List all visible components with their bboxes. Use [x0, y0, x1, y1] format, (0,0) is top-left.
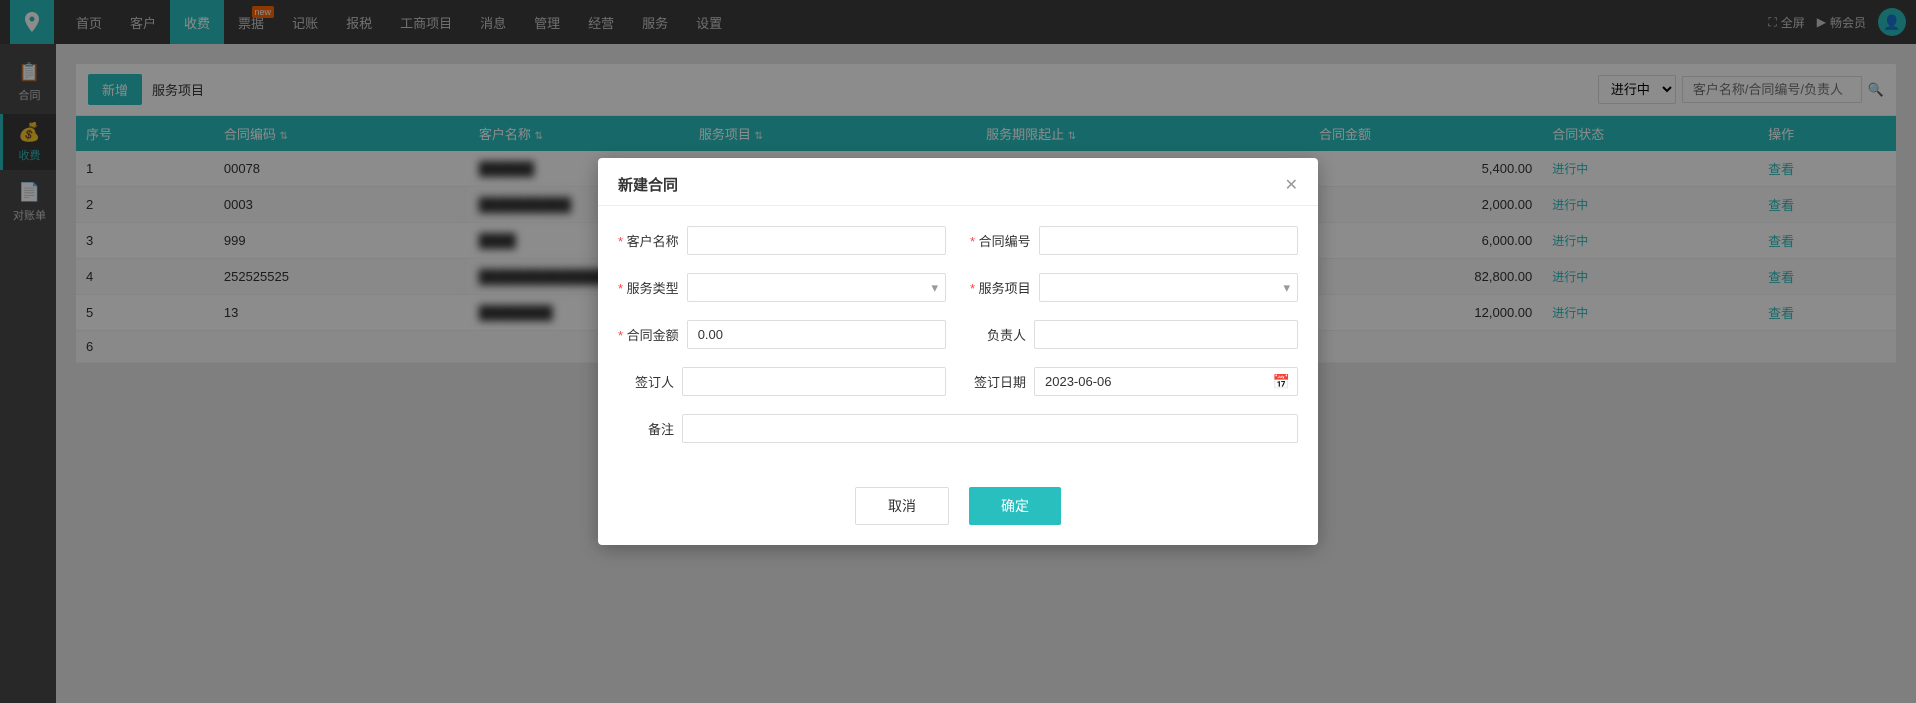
form-group-contract-no: 合同编号: [970, 226, 1298, 255]
responsible-label: 负责人: [970, 325, 1026, 344]
notes-label: 备注: [618, 419, 674, 438]
form-group-amount: 合同金额: [618, 320, 946, 349]
amount-label: 合同金额: [618, 325, 679, 344]
dialog-new-contract: 新建合同 ✕ 客户名称 合同编号 服务类型: [598, 158, 1318, 545]
signatory-label: 签订人: [618, 372, 674, 391]
contract-no-label: 合同编号: [970, 231, 1031, 250]
dialog-footer: 取消 确定: [598, 471, 1318, 545]
service-type-select-wrap: [687, 273, 946, 302]
calendar-icon[interactable]: 📅: [1273, 373, 1290, 390]
dialog-title: 新建合同: [618, 174, 678, 195]
form-row-4: 签订人 签订日期 📅: [618, 367, 1298, 396]
form-group-service-item: 服务项目: [970, 273, 1298, 302]
dialog-body: 客户名称 合同编号 服务类型: [598, 206, 1318, 471]
contract-no-input[interactable]: [1039, 226, 1298, 255]
responsible-input[interactable]: [1034, 320, 1298, 349]
signatory-input[interactable]: [682, 367, 946, 396]
sign-date-label: 签订日期: [970, 372, 1026, 391]
service-type-label: 服务类型: [618, 278, 679, 297]
notes-input[interactable]: [682, 414, 1298, 443]
modal-overlay: 新建合同 ✕ 客户名称 合同编号 服务类型: [0, 0, 1916, 703]
amount-input[interactable]: [687, 320, 946, 349]
cancel-button[interactable]: 取消: [855, 487, 949, 525]
form-group-service-type: 服务类型: [618, 273, 946, 302]
service-type-select[interactable]: [687, 273, 946, 302]
form-group-signatory: 签订人: [618, 367, 946, 396]
form-group-responsible: 负责人: [970, 320, 1298, 349]
sign-date-input[interactable]: [1034, 367, 1298, 396]
close-button[interactable]: ✕: [1285, 175, 1298, 195]
form-row-3: 合同金额 负责人: [618, 320, 1298, 349]
confirm-button[interactable]: 确定: [969, 487, 1061, 525]
sign-date-wrap: 📅: [1034, 367, 1298, 396]
dialog-header: 新建合同 ✕: [598, 158, 1318, 206]
form-group-notes: 备注: [618, 414, 1298, 443]
service-item-label: 服务项目: [970, 278, 1031, 297]
form-group-customer: 客户名称: [618, 226, 946, 255]
form-row-1: 客户名称 合同编号: [618, 226, 1298, 255]
form-group-sign-date: 签订日期 📅: [970, 367, 1298, 396]
form-row-2: 服务类型 服务项目: [618, 273, 1298, 302]
service-item-select[interactable]: [1039, 273, 1298, 302]
customer-input[interactable]: [687, 226, 946, 255]
form-row-5: 备注: [618, 414, 1298, 443]
customer-label: 客户名称: [618, 231, 679, 250]
service-item-select-wrap: [1039, 273, 1298, 302]
